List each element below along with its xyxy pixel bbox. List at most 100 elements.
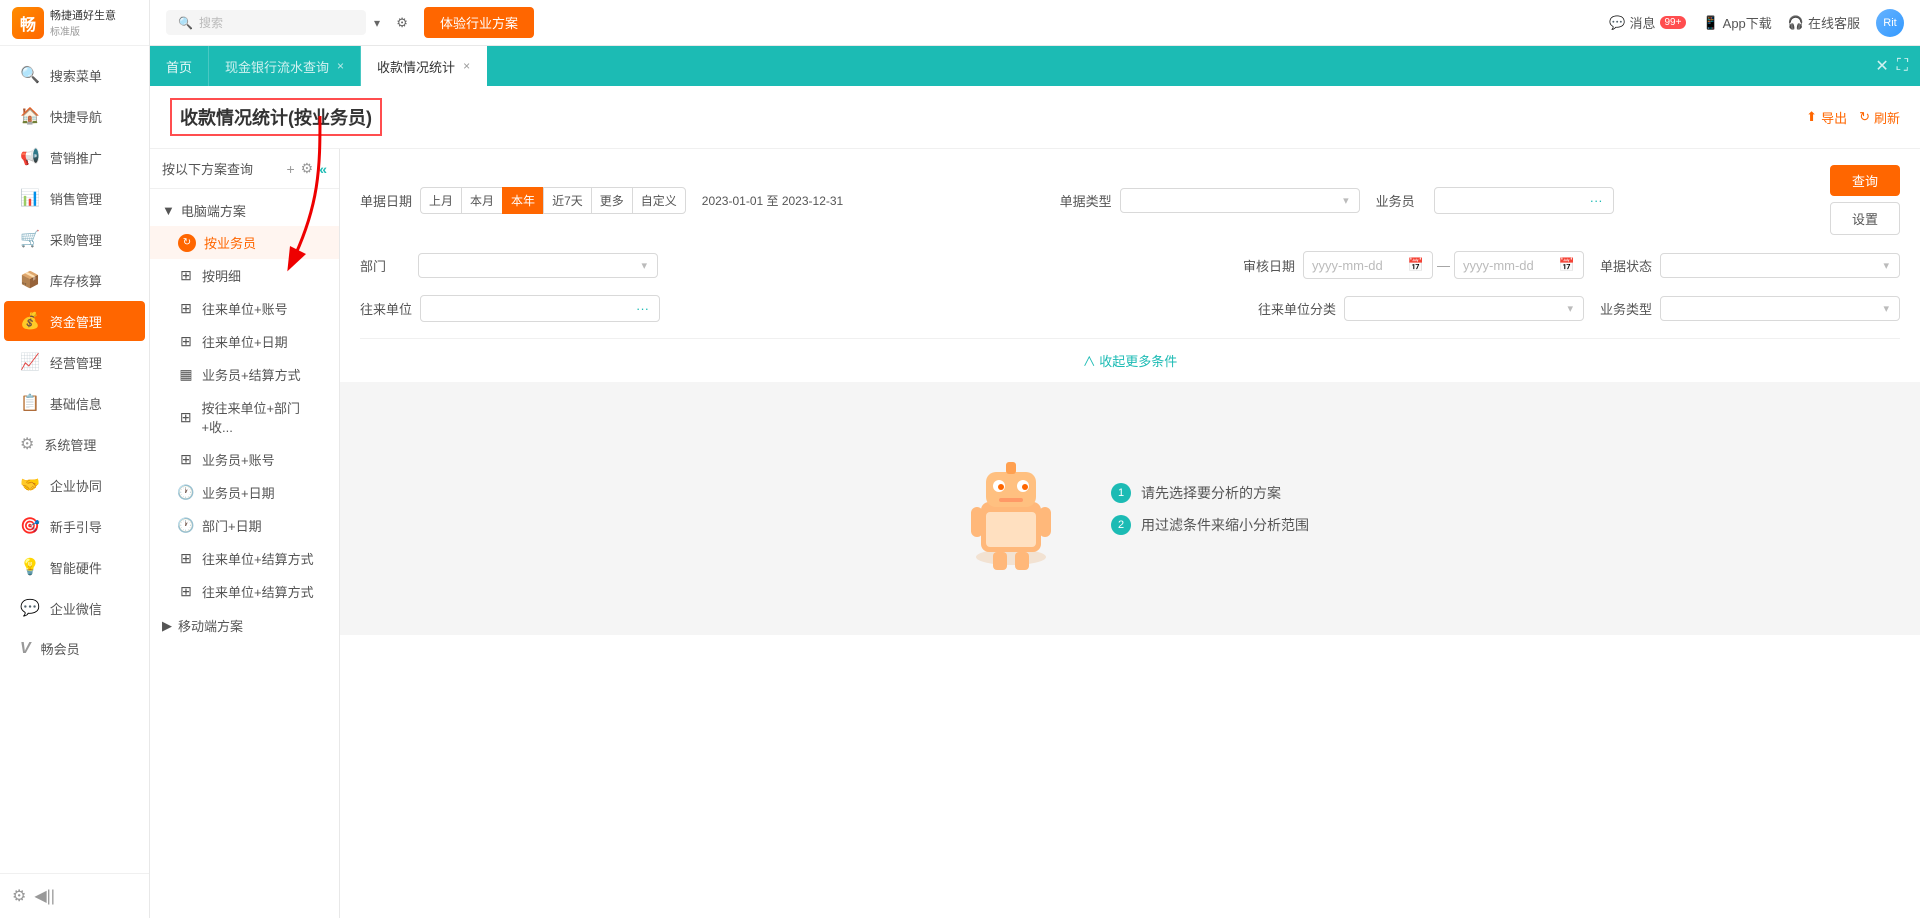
home-icon: 🏠: [20, 106, 40, 126]
scheme-item-partner-settle2[interactable]: ⊞ 往来单位+结算方式: [150, 575, 339, 608]
salesperson-more-icon[interactable]: ···: [1590, 193, 1603, 208]
date-tab-custom[interactable]: 自定义: [632, 187, 686, 214]
sidebar-item-inventory[interactable]: 📦 库存核算: [4, 260, 145, 300]
dept-label: 部门: [360, 256, 410, 275]
dept-icon: ⊞: [178, 409, 193, 425]
finance-icon: 💰: [20, 311, 40, 331]
settings-button[interactable]: 设置: [1830, 202, 1900, 235]
partner-select[interactable]: ···: [420, 295, 660, 322]
partner-settle1-icon: ⊞: [178, 551, 194, 567]
sidebar-item-search[interactable]: 🔍 搜索菜单: [4, 55, 145, 95]
online-service-item[interactable]: 🎧 在线客服: [1788, 13, 1860, 32]
nav-dropdown-icon[interactable]: ▾: [374, 16, 380, 30]
voucher-status-select[interactable]: ▾: [1660, 253, 1900, 278]
partner-date-icon: ⊞: [178, 334, 194, 350]
scheme-group-pc-title[interactable]: ▼ 电脑端方案: [150, 195, 339, 226]
refresh-button[interactable]: ↻ 刷新: [1859, 108, 1900, 127]
download-icon: 📱: [1702, 15, 1718, 31]
review-date-start[interactable]: yyyy-mm-dd 📅: [1303, 251, 1433, 279]
tab-receipt-stats[interactable]: 收款情况统计 ×: [361, 46, 487, 86]
sidebar-item-vip[interactable]: V 畅会员: [4, 629, 145, 668]
dept-select[interactable]: ▾: [418, 253, 658, 278]
business-type-chevron: ▾: [1883, 302, 1889, 315]
messages-item[interactable]: 💬 消息 99+: [1609, 13, 1686, 32]
scheme-tree: ▼ 电脑端方案 ↻ 按业务员 ⊞ 按明细 ⊞ 往来单位+账号: [150, 189, 339, 649]
sidebar-item-hardware[interactable]: 💡 智能硬件: [4, 547, 145, 587]
panel-header-text: 按以下方案查询: [162, 159, 253, 178]
add-scheme-icon[interactable]: +: [286, 161, 294, 177]
tab-fullscreen-icon[interactable]: ⛶: [1897, 57, 1908, 75]
scheme-settings-icon[interactable]: ⚙: [301, 160, 314, 177]
scheme-item-salesperson-account[interactable]: ⊞ 业务员+账号: [150, 443, 339, 476]
date-tab-last-month[interactable]: 上月: [420, 187, 461, 214]
sidebar-item-guide[interactable]: 🎯 新手引导: [4, 506, 145, 546]
collapse-sidebar-icon[interactable]: ◀||: [34, 886, 55, 906]
tab-close-bank[interactable]: ×: [337, 59, 344, 73]
sidebar-item-operations[interactable]: 📈 经营管理: [4, 342, 145, 382]
scheme-item-salesperson[interactable]: ↻ 按业务员: [150, 226, 339, 259]
sidebar-item-basic-info[interactable]: 📋 基础信息: [4, 383, 145, 423]
page-title: 收款情况统计(按业务员): [170, 98, 382, 136]
tab-home[interactable]: 首页: [150, 46, 209, 86]
step-1-num: 1: [1111, 483, 1131, 503]
review-date-end[interactable]: yyyy-mm-dd 📅: [1454, 251, 1584, 279]
salesperson-select[interactable]: ···: [1434, 187, 1614, 214]
refresh-icon: ↻: [1859, 109, 1870, 125]
partner-more-icon[interactable]: ···: [636, 301, 649, 316]
date-tab-this-year[interactable]: 本年: [502, 187, 543, 214]
content-area: 按以下方案查询 + ⚙ « ▼ 电脑端方案 ↻ 按业务: [150, 149, 1920, 918]
gear-button[interactable]: ⚙: [388, 9, 416, 37]
filter-row-1: 单据日期 上月 本月 本年 近7天 更多 自定义 2023-01-01 至 20…: [360, 165, 1900, 235]
sidebar-item-wechat[interactable]: 💬 企业微信: [4, 588, 145, 628]
scheme-item-detail[interactable]: ⊞ 按明细: [150, 259, 339, 292]
tab-close-all-icon[interactable]: ✕: [1875, 56, 1888, 76]
right-panel: 单据日期 上月 本月 本年 近7天 更多 自定义 2023-01-01 至 20…: [340, 149, 1920, 918]
guide-icon: 🎯: [20, 516, 40, 536]
step-2-num: 2: [1111, 515, 1131, 535]
sales-icon: 📊: [20, 188, 40, 208]
scheme-item-partner-dept[interactable]: ⊞ 按往来单位+部门+收...: [150, 391, 339, 443]
inventory-icon: 📦: [20, 270, 40, 290]
date-tab-more[interactable]: 更多: [591, 187, 632, 214]
sidebar-item-finance[interactable]: 💰 资金管理: [4, 301, 145, 341]
sidebar-item-system[interactable]: ⚙ 系统管理: [4, 424, 145, 464]
scheme-group-mobile-title[interactable]: ▶ 移动端方案: [150, 610, 339, 641]
scheme-item-dept-date[interactable]: 🕐 部门+日期: [150, 509, 339, 542]
chart-icon: ▦: [178, 367, 194, 383]
settings-bottom-icon[interactable]: ⚙: [12, 886, 26, 906]
filter-row-2: 部门 ▾ 审核日期 yyyy-mm-dd 📅 —: [360, 251, 1900, 279]
scheme-item-partner-settle1[interactable]: ⊞ 往来单位+结算方式: [150, 542, 339, 575]
partner-category-select[interactable]: ▾: [1344, 296, 1584, 321]
collapse-panel-icon[interactable]: «: [319, 161, 327, 177]
date-tab-7days[interactable]: 近7天: [543, 187, 591, 214]
business-type-select[interactable]: ▾: [1660, 296, 1900, 321]
sidebar-item-sales[interactable]: 📊 销售管理: [4, 178, 145, 218]
empty-step-1: 1 请先选择要分析的方案: [1111, 483, 1309, 503]
export-button[interactable]: ⬆ 导出: [1806, 108, 1847, 127]
voucher-type-select[interactable]: ▾: [1120, 188, 1360, 213]
sidebar-item-nav[interactable]: 🏠 快捷导航: [4, 96, 145, 136]
query-button[interactable]: 查询: [1830, 165, 1900, 196]
user-avatar[interactable]: Rit: [1876, 9, 1904, 37]
partner-label: 往来单位: [360, 299, 412, 318]
sidebar-item-marketing[interactable]: 📢 营销推广: [4, 137, 145, 177]
trial-button[interactable]: 体验行业方案: [424, 7, 534, 38]
app-download-item[interactable]: 📱 App下载: [1702, 13, 1771, 32]
date-tab-this-month[interactable]: 本月: [461, 187, 502, 214]
sidebar-item-enterprise[interactable]: 🤝 企业协同: [4, 465, 145, 505]
sidebar-item-purchase[interactable]: 🛒 采购管理: [4, 219, 145, 259]
filter-row-3: 往来单位 ··· 往来单位分类 ▾ 业务类型: [360, 295, 1900, 322]
tab-bar: 首页 现金银行流水查询 × 收款情况统计 × ✕ ⛶: [150, 46, 1920, 86]
page-actions: ⬆ 导出 ↻ 刷新: [1806, 108, 1900, 127]
scheme-item-salesperson-date[interactable]: 🕐 业务员+日期: [150, 476, 339, 509]
tab-close-receipt[interactable]: ×: [463, 59, 470, 73]
scheme-item-partner-account[interactable]: ⊞ 往来单位+账号: [150, 292, 339, 325]
tab-bank-flow[interactable]: 现金银行流水查询 ×: [209, 46, 361, 86]
collapse-conditions-button[interactable]: ∧ 收起更多条件: [360, 338, 1900, 382]
search-bar[interactable]: 🔍 搜索: [166, 10, 366, 35]
scheme-item-partner-date[interactable]: ⊞ 往来单位+日期: [150, 325, 339, 358]
panel-header-actions: + ⚙ «: [286, 160, 327, 177]
message-icon: 💬: [1609, 15, 1625, 31]
date-separator: —: [1437, 258, 1450, 273]
scheme-item-salesperson-settle[interactable]: ▦ 业务员+结算方式: [150, 358, 339, 391]
